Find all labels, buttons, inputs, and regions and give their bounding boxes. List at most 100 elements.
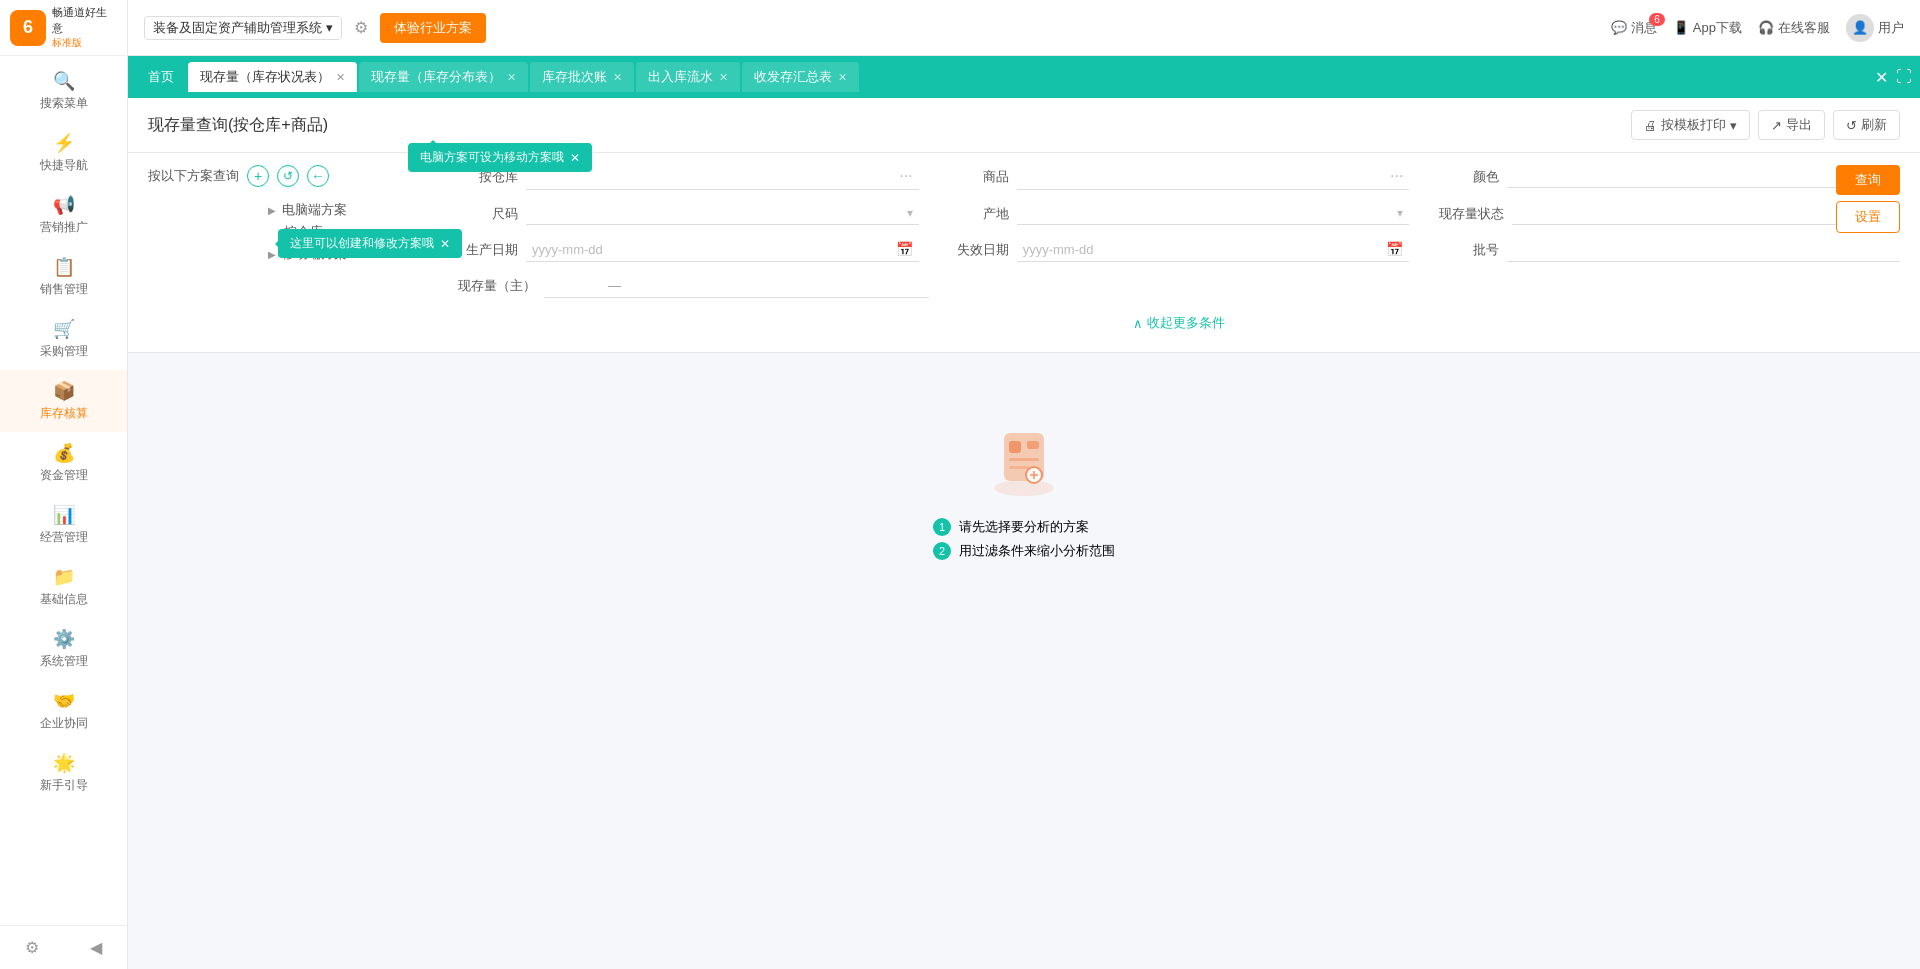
scheme-sub[interactable]: 按仓库 <box>284 221 1900 243</box>
sidebar-nav: 🔍搜索菜单 ⚡ 快捷导航 📢 营销推广 📋销售管理🛒采购管理📦库存核算 💰 资金管理 📊经营管理… <box>0 56 127 925</box>
system-icon: ⚙️ <box>53 628 75 650</box>
tooltip2-close[interactable]: ✕ <box>440 237 450 251</box>
tab-bar-actions: ✕ ⛶ <box>1875 68 1912 87</box>
tab-close-1[interactable]: ✕ <box>336 71 345 84</box>
collapse-sidebar-icon[interactable]: ◀ <box>86 934 106 961</box>
page-header: 现存量查询(按仓库+商品) 🖨 按模板打印 ▾ ↗ 导出 ↺ 刷新 <box>128 98 1920 153</box>
step2-num: 2 <box>933 542 951 560</box>
tab-batch-account[interactable]: 库存批次账 ✕ <box>530 62 634 92</box>
collapse-up-icon: ∧ <box>1133 316 1143 331</box>
export-button[interactable]: ↗ 导出 <box>1758 110 1825 140</box>
filter-reset-button[interactable]: ↺ <box>277 165 299 187</box>
svg-point-0 <box>994 480 1054 496</box>
marketing-icon: 📢 <box>53 194 75 216</box>
support-icon: 🎧 <box>1758 20 1774 35</box>
scheme-mobile-arrow-icon: ▶ <box>268 249 276 260</box>
filter-back-button[interactable]: ← <box>307 165 329 187</box>
sidebar-item-guide[interactable]: 🌟新手引导 <box>0 742 127 804</box>
user-avatar-area[interactable]: 👤 用户 <box>1846 14 1904 42</box>
tooltip1-close[interactable]: ✕ <box>570 151 580 165</box>
user-label: 用户 <box>1878 19 1904 37</box>
sidebar-item-system[interactable]: ⚙️ 系统管理 <box>0 618 127 680</box>
industry-plan-button[interactable]: 体验行业方案 <box>380 13 486 43</box>
refresh-icon: ↺ <box>1846 118 1857 133</box>
stock-qty-to[interactable] <box>625 274 685 297</box>
app-download-button[interactable]: 📱 App下载 <box>1673 19 1742 37</box>
tab-bar: 首页 现存量（库存状况表） ✕ 现存量（库存分布表） ✕ 库存批次账 ✕ 出入库… <box>128 56 1920 98</box>
tab-close-5[interactable]: ✕ <box>838 71 847 84</box>
empty-step-2: 2 用过滤条件来缩小分析范围 <box>933 542 1115 560</box>
basic-icon: 📁 <box>53 566 75 588</box>
scheme-mobile[interactable]: ▶ 移动端方案 <box>268 243 1900 265</box>
sidebar-bottom: ⚙ ◀ <box>0 925 127 969</box>
goods-field[interactable]: ··· <box>1017 163 1410 190</box>
sidebar-label-system: 系统管理 <box>40 653 88 670</box>
main-area: 装备及固定资产辅助管理系统 ▾ ⚙ 体验行业方案 💬 消息 6 📱 App下载 … <box>128 0 1920 969</box>
goods-label: 商品 <box>949 168 1009 186</box>
sidebar-logo: 6 畅通道好生意 标准版 <box>0 0 127 56</box>
filter-label: 按以下方案查询 <box>148 167 239 185</box>
online-support-button[interactable]: 🎧 在线客服 <box>1758 19 1830 37</box>
scheme-desktop[interactable]: ▶ 电脑端方案 <box>268 199 1900 221</box>
logo-icon: 6 <box>10 10 46 46</box>
sidebar-label-inventory: 库存核算 <box>40 405 88 422</box>
sidebar-item-operation[interactable]: 📊经营管理 <box>0 494 127 556</box>
print-icon: 🖨 <box>1644 118 1657 133</box>
stock-qty-from[interactable] <box>544 274 604 297</box>
sidebar-item-finance[interactable]: 💰 资金管理 <box>0 432 127 494</box>
reset-button[interactable]: 设置 <box>1836 201 1900 233</box>
sidebar-label-operation: 经营管理 <box>40 529 88 546</box>
finance-icon: 💰 <box>53 442 75 464</box>
message-button[interactable]: 💬 消息 6 <box>1611 19 1657 37</box>
empty-step-1: 1 请先选择要分析的方案 <box>933 518 1115 536</box>
sidebar-item-purchase[interactable]: 🛒采购管理 <box>0 308 127 370</box>
sidebar-item-enterprise[interactable]: 🤝企业协同 <box>0 680 127 742</box>
sidebar-item-sales[interactable]: 📋销售管理 <box>0 246 127 308</box>
quicknav-icon: ⚡ <box>53 132 75 154</box>
warehouse-dots-icon[interactable]: ··· <box>899 167 912 185</box>
filter-goods: 商品 ··· <box>949 163 1410 190</box>
system-selector[interactable]: 装备及固定资产辅助管理系统 ▾ <box>144 16 342 40</box>
scheme-arrow-icon: ▶ <box>268 205 276 216</box>
collapse-button[interactable]: ∧ 收起更多条件 <box>458 306 1900 340</box>
settings-icon[interactable]: ⚙ <box>21 934 43 961</box>
sidebar-item-quicknav[interactable]: ⚡ 快捷导航 <box>0 122 127 184</box>
goods-dots-icon[interactable]: ··· <box>1390 167 1403 185</box>
search-icon: 🔍 <box>53 70 75 92</box>
svg-rect-4 <box>1009 458 1039 461</box>
sidebar-item-basic[interactable]: 📁基础信息 <box>0 556 127 618</box>
refresh-button[interactable]: ↺ 刷新 <box>1833 110 1900 140</box>
sidebar-label-quicknav: 快捷导航 <box>40 157 88 174</box>
sidebar-item-search[interactable]: 🔍搜索菜单 <box>0 60 127 122</box>
step1-num: 1 <box>933 518 951 536</box>
tab-close-2[interactable]: ✕ <box>507 71 516 84</box>
sidebar-label-guide: 新手引导 <box>40 777 88 794</box>
page-actions: 🖨 按模板打印 ▾ ↗ 导出 ↺ 刷新 <box>1631 110 1900 140</box>
tab-inventory-status[interactable]: 现存量（库存状况表） ✕ <box>188 62 357 92</box>
top-header: 装备及固定资产辅助管理系统 ▾ ⚙ 体验行业方案 💬 消息 6 📱 App下载 … <box>128 0 1920 56</box>
sidebar-label-marketing: 营销推广 <box>40 219 88 236</box>
tab-flow[interactable]: 出入库流水 ✕ <box>636 62 740 92</box>
print-button[interactable]: 🖨 按模板打印 ▾ <box>1631 110 1750 140</box>
tab-home[interactable]: 首页 <box>136 62 186 92</box>
stock-qty-range: — <box>544 274 929 298</box>
filter-add-button[interactable]: + <box>247 165 269 187</box>
tab-close-4[interactable]: ✕ <box>719 71 728 84</box>
sidebar-item-marketing[interactable]: 📢 营销推广 <box>0 184 127 246</box>
tab-close-3[interactable]: ✕ <box>613 71 622 84</box>
query-button[interactable]: 查询 <box>1836 165 1900 195</box>
color-label: 颜色 <box>1439 168 1499 186</box>
tab-summary[interactable]: 收发存汇总表 ✕ <box>742 62 859 92</box>
filter-color: 颜色 ▾ <box>1439 165 1900 188</box>
tooltip-scheme-create: 这里可以创建和修改方案哦 ✕ <box>278 229 462 258</box>
sidebar-label-finance: 资金管理 <box>40 467 88 484</box>
message-badge: 6 <box>1649 13 1665 26</box>
filter-stock-qty: 现存量（主） — <box>458 274 929 298</box>
tab-inventory-distribution[interactable]: 现存量（库存分布表） ✕ <box>359 62 528 92</box>
tooltip2-text: 这里可以创建和修改方案哦 <box>290 235 434 252</box>
sidebar-item-inventory[interactable]: 📦库存核算 <box>0 370 127 432</box>
settings-gear-icon[interactable]: ⚙ <box>354 18 368 37</box>
tab-close-all-icon[interactable]: ✕ <box>1875 68 1888 87</box>
tab-fullscreen-icon[interactable]: ⛶ <box>1896 68 1912 86</box>
step2-text: 用过滤条件来缩小分析范围 <box>959 542 1115 560</box>
